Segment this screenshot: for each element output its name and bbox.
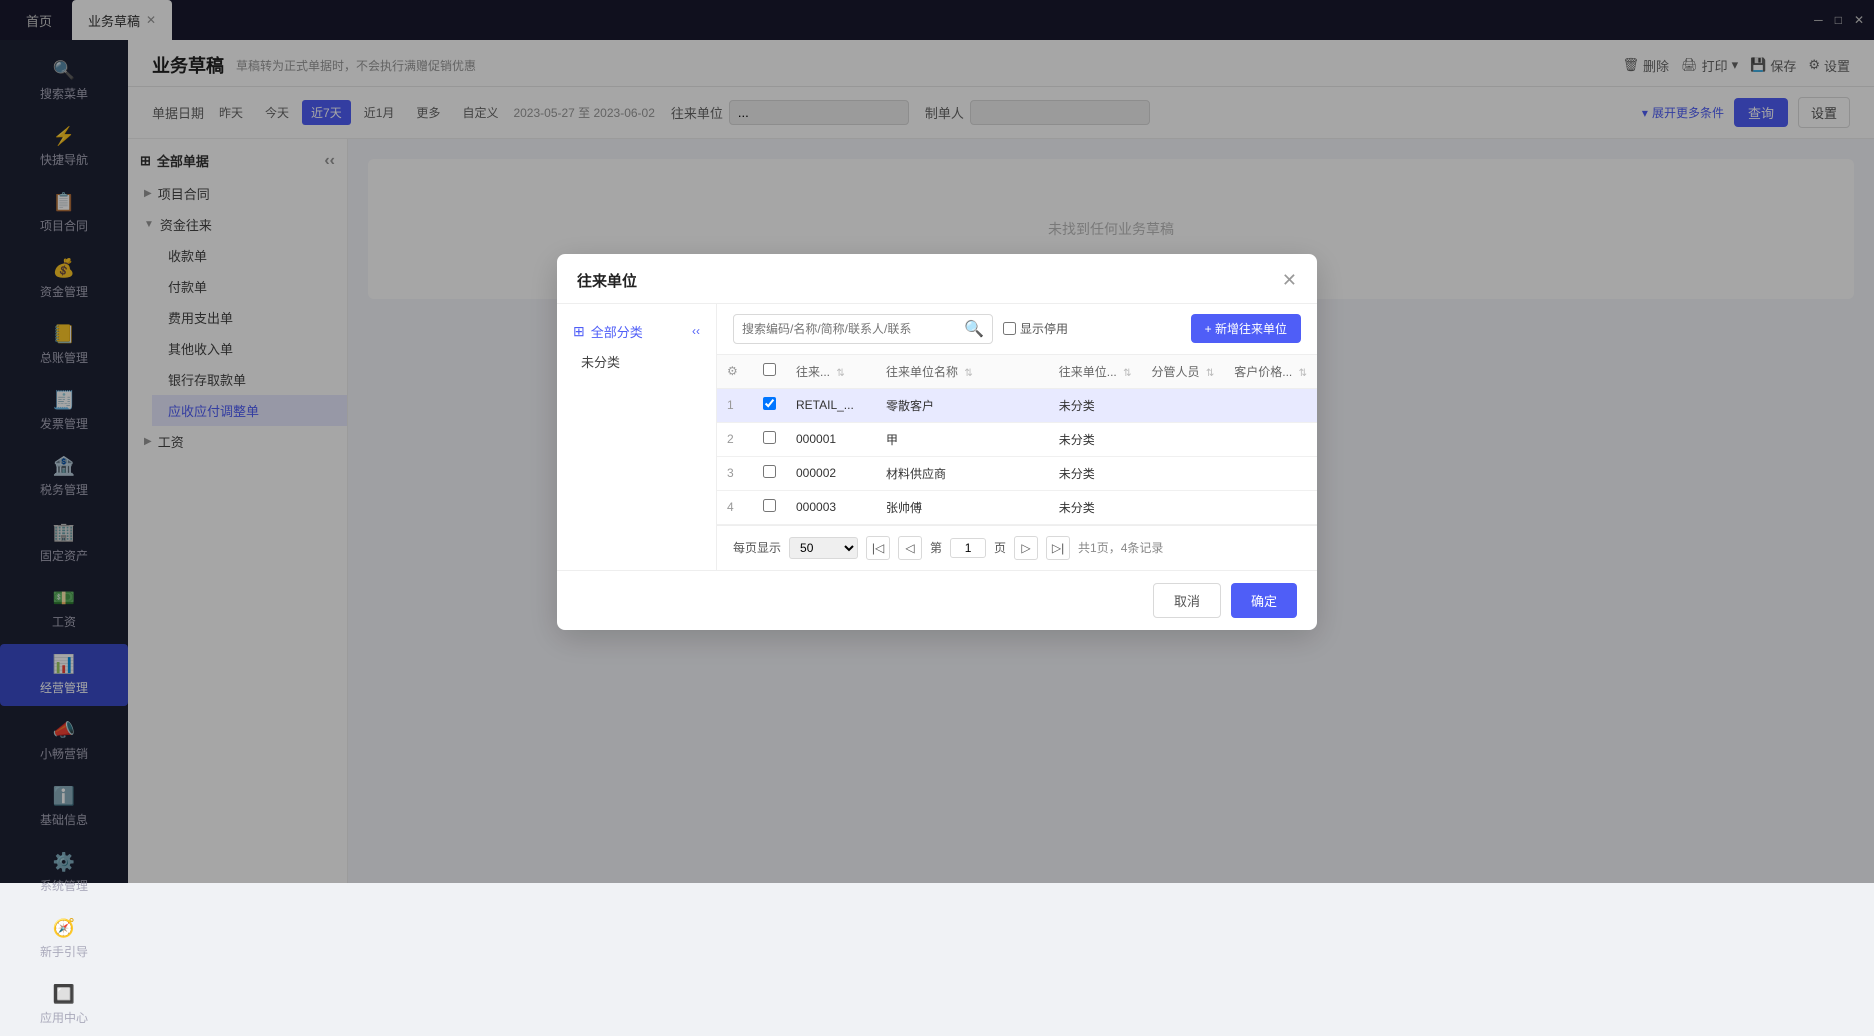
cell-num: 4 <box>717 490 753 524</box>
col-header-check <box>753 355 786 389</box>
cell-code: 000001 <box>786 422 876 456</box>
sidebar-item-app[interactable]: 🔲 应用中心 <box>0 974 128 1036</box>
cell-code: RETAIL_... <box>786 388 876 422</box>
col-header-name: 往来单位名称 ⇅ <box>876 355 1049 389</box>
dialog-overlay: 往来单位 ✕ ⊞ 全部分类 ‹‹ 未分类 <box>0 0 1874 883</box>
page-number-input[interactable] <box>950 538 986 558</box>
col-header-category: 往来单位... ⇅ <box>1049 355 1142 389</box>
cell-name: 张帅傅 <box>876 490 1049 524</box>
cell-name: 零散客户 <box>876 388 1049 422</box>
col-header-price: 客户价格... ⇅ <box>1224 355 1317 389</box>
cell-person <box>1142 456 1225 490</box>
sort-icon-category: ⇅ <box>1123 368 1131 379</box>
cell-person <box>1142 490 1225 524</box>
table-row[interactable]: 4 000003 张帅傅 未分类 <box>717 490 1317 524</box>
cell-name: 甲 <box>876 422 1049 456</box>
dialog-title: 往来单位 <box>577 270 637 291</box>
table-row[interactable]: 3 000002 材料供应商 未分类 <box>717 456 1317 490</box>
row-checkbox[interactable] <box>763 397 776 410</box>
cell-check[interactable] <box>753 388 786 422</box>
dialog-header: 往来单位 ✕ <box>557 254 1317 304</box>
total-text: 共1页，4条记录 <box>1078 539 1163 556</box>
cell-check[interactable] <box>753 490 786 524</box>
prev-page-button[interactable]: ◁ <box>898 536 922 560</box>
confirm-button[interactable]: 确定 <box>1231 583 1297 618</box>
col-header-num: ⚙ <box>717 355 753 389</box>
sort-icon-name: ⇅ <box>964 368 972 379</box>
grid-icon: ⊞ <box>573 323 585 340</box>
dialog-category-panel: ⊞ 全部分类 ‹‹ 未分类 <box>557 304 717 570</box>
cell-category: 未分类 <box>1049 422 1142 456</box>
table-header-row: ⚙ 往来... ⇅ 往来单位名称 <box>717 355 1317 389</box>
page-unit: 页 <box>994 539 1006 556</box>
next-page-button[interactable]: ▷ <box>1014 536 1038 560</box>
dialog-toolbar: 🔍 显示停用 + 新增往来单位 <box>717 304 1317 355</box>
show-disabled-checkbox[interactable] <box>1003 322 1016 335</box>
add-partner-button[interactable]: + 新增往来单位 <box>1191 314 1301 343</box>
sidebar-item-guide[interactable]: 🧭 新手引导 <box>0 908 128 970</box>
sidebar-label-app: 应用中心 <box>40 1009 88 1026</box>
search-input[interactable] <box>742 322 958 336</box>
row-checkbox[interactable] <box>763 431 776 444</box>
settings-icon-small[interactable]: ⚙ <box>727 364 738 378</box>
cell-category: 未分类 <box>1049 456 1142 490</box>
cell-price <box>1224 490 1317 524</box>
cell-num: 3 <box>717 456 753 490</box>
cell-name: 材料供应商 <box>876 456 1049 490</box>
table-row[interactable]: 1 RETAIL_... 零散客户 未分类 <box>717 388 1317 422</box>
cell-person <box>1142 422 1225 456</box>
dialog-right-panel: 🔍 显示停用 + 新增往来单位 ⚙ <box>717 304 1317 570</box>
cell-check[interactable] <box>753 422 786 456</box>
cell-person <box>1142 388 1225 422</box>
cell-check[interactable] <box>753 456 786 490</box>
show-disabled-label[interactable]: 显示停用 <box>1003 320 1068 337</box>
cell-category: 未分类 <box>1049 490 1142 524</box>
per-page-label: 每页显示 <box>733 539 781 556</box>
page-word: 第 <box>930 539 942 556</box>
sort-icon-price: ⇅ <box>1299 368 1307 379</box>
first-page-button[interactable]: |◁ <box>866 536 890 560</box>
cell-price <box>1224 388 1317 422</box>
cell-code: 000003 <box>786 490 876 524</box>
cell-price <box>1224 456 1317 490</box>
dialog-body: ⊞ 全部分类 ‹‹ 未分类 🔍 显示 <box>557 304 1317 570</box>
last-page-button[interactable]: ▷| <box>1046 536 1070 560</box>
table-row[interactable]: 2 000001 甲 未分类 <box>717 422 1317 456</box>
search-box: 🔍 <box>733 314 993 344</box>
cell-num: 2 <box>717 422 753 456</box>
sort-icon-code: ⇅ <box>836 368 844 379</box>
search-icon: 🔍 <box>964 319 984 339</box>
dialog-footer: 取消 确定 <box>557 570 1317 630</box>
dialog-all-category[interactable]: ⊞ 全部分类 ‹‹ <box>557 316 716 347</box>
dialog-pagination: 每页显示 50 100 |◁ ◁ 第 页 ▷ ▷| 共1页，4条记录 <box>717 525 1317 570</box>
cell-category: 未分类 <box>1049 388 1142 422</box>
cell-price <box>1224 422 1317 456</box>
partner-dialog: 往来单位 ✕ ⊞ 全部分类 ‹‹ 未分类 <box>557 254 1317 630</box>
dialog-subcategory-unclassified[interactable]: 未分类 <box>557 347 716 376</box>
collapse-left-icon[interactable]: ‹‹ <box>692 324 700 338</box>
app-icon: 🔲 <box>53 984 75 1005</box>
cell-code: 000002 <box>786 456 876 490</box>
select-all-checkbox[interactable] <box>763 363 776 376</box>
col-header-person: 分管人员 ⇅ <box>1142 355 1225 389</box>
cell-num: 1 <box>717 388 753 422</box>
sort-icon-person: ⇅ <box>1206 368 1214 379</box>
dialog-close-button[interactable]: ✕ <box>1282 270 1297 291</box>
sidebar-label-guide: 新手引导 <box>40 943 88 960</box>
dialog-table: ⚙ 往来... ⇅ 往来单位名称 <box>717 355 1317 525</box>
col-header-code: 往来... ⇅ <box>786 355 876 389</box>
guide-icon: 🧭 <box>53 918 75 939</box>
cancel-button[interactable]: 取消 <box>1153 583 1221 618</box>
row-checkbox[interactable] <box>763 499 776 512</box>
per-page-select[interactable]: 50 100 <box>789 537 858 559</box>
row-checkbox[interactable] <box>763 465 776 478</box>
